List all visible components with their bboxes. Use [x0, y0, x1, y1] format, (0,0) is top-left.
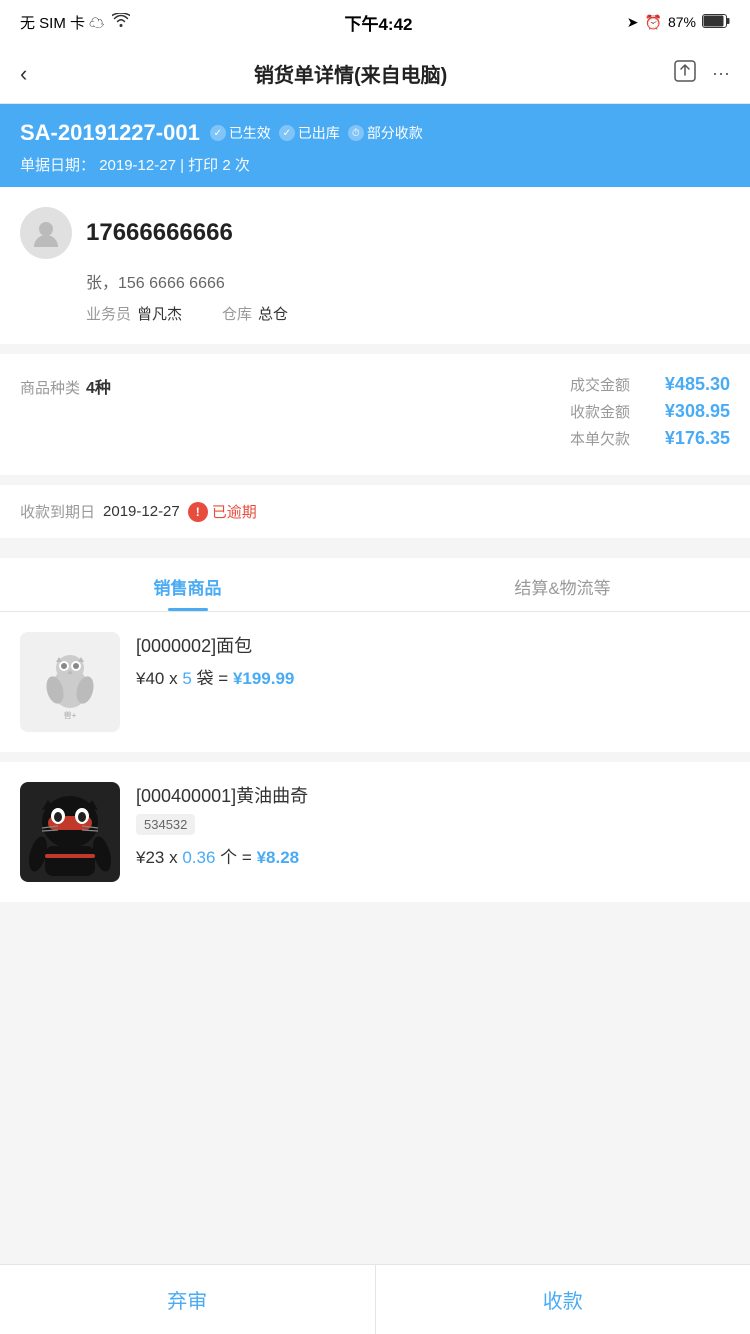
summary-left: 商品种类 4种	[20, 374, 111, 398]
amount-row-1: 成交金额 ¥485.30	[570, 374, 730, 395]
amount-value-2: ¥308.95	[640, 401, 730, 422]
wifi-icon	[112, 13, 130, 31]
nav-actions: ···	[674, 60, 730, 87]
status-badges: ✓ 已生效 ✓ 已出库 ⏱ 部分收款	[210, 123, 423, 143]
back-button[interactable]: ‹	[20, 61, 27, 87]
collect-payment-button[interactable]: 收款	[376, 1265, 750, 1334]
overdue-icon: !	[188, 502, 208, 522]
warehouse-label: 仓库	[222, 303, 252, 324]
battery-level: 87%	[668, 14, 696, 30]
check-icon-2: ✓	[279, 125, 295, 141]
order-id: SA-20191227-001	[20, 120, 200, 146]
cancel-review-button[interactable]: 弃审	[0, 1265, 376, 1334]
badge-partial-payment: ⏱ 部分收款	[348, 123, 423, 143]
product-image-2	[20, 782, 120, 882]
time-display: 下午4:42	[344, 10, 412, 35]
amount-label-3: 本单欠款	[570, 428, 630, 449]
salesperson-field: 业务员 曾凡杰	[86, 303, 182, 324]
avatar	[20, 207, 72, 259]
order-header: SA-20191227-001 ✓ 已生效 ✓ 已出库 ⏱ 部分收款 单据日期：…	[0, 104, 750, 187]
amount-row-2: 收款金额 ¥308.95	[570, 401, 730, 422]
tab-sales-products[interactable]: 销售商品	[0, 558, 375, 611]
sim-indicator: 无 SIM 卡 ☁	[20, 12, 104, 33]
due-label: 收款到期日	[20, 501, 95, 522]
share-icon[interactable]	[674, 60, 696, 87]
check-icon-1: ✓	[210, 125, 226, 141]
product-qty-1: 5	[182, 669, 191, 688]
amount-value-1: ¥485.30	[640, 374, 730, 395]
overdue-badge: ! 已逾期	[188, 501, 257, 522]
product-total-2: ¥8.28	[257, 848, 300, 867]
order-meta: 单据日期： 2019-12-27 | 打印 2 次	[20, 154, 730, 175]
warehouse-field: 仓库 总仓	[222, 303, 288, 324]
types-label: 商品种类	[20, 377, 80, 398]
types-value: 4种	[86, 374, 111, 398]
status-bar: 无 SIM 卡 ☁ 下午4:42 ➤ ⏰ 87%	[0, 0, 750, 44]
product-info-1: [0000002]面包 ¥40 x 5 袋 = ¥199.99	[136, 632, 730, 689]
product-info-2: [000400001]黄油曲奇 534532 ¥23 x 0.36 个 = ¥8…	[136, 782, 730, 868]
tabs-section: 销售商品 结算&物流等	[0, 558, 750, 612]
alarm-icon: ⏰	[645, 14, 662, 31]
bottom-bar: 弃审 收款	[0, 1264, 750, 1334]
nav-bar: ‹ 销货单详情(来自电脑) ···	[0, 44, 750, 104]
due-section: 收款到期日 2019-12-27 ! 已逾期	[0, 485, 750, 538]
status-right: ➤ ⏰ 87%	[627, 14, 730, 31]
product-name-1: [0000002]面包	[136, 632, 730, 658]
salesperson-value: 曾凡杰	[137, 303, 182, 324]
summary-section: 商品种类 4种 成交金额 ¥485.30 收款金额 ¥308.95 本单欠款 ¥…	[0, 354, 750, 475]
salesperson-label: 业务员	[86, 303, 131, 324]
customer-sub-info: 张，156 6666 6666	[20, 269, 730, 293]
products-list: 兽+ [0000002]面包 ¥40 x 5 袋 = ¥199.99	[0, 612, 750, 902]
customer-phone: 17666666666	[86, 219, 233, 247]
product-item-1: 兽+ [0000002]面包 ¥40 x 5 袋 = ¥199.99	[0, 612, 750, 752]
warehouse-value: 总仓	[258, 303, 288, 324]
due-date-value: 2019-12-27	[103, 503, 180, 520]
product-image-1: 兽+	[20, 632, 120, 732]
product-name-2: [000400001]黄油曲奇	[136, 782, 730, 808]
bottom-spacer	[0, 912, 750, 992]
product-item-2: [000400001]黄油曲奇 534532 ¥23 x 0.36 个 = ¥8…	[0, 762, 750, 902]
product-tag-2: 534532	[136, 814, 195, 835]
product-price-2: ¥23 x 0.36 个 = ¥8.28	[136, 843, 730, 868]
location-icon: ➤	[627, 14, 639, 31]
product-qty-2: 0.36	[182, 848, 215, 867]
amount-value-3: ¥176.35	[640, 428, 730, 449]
battery-icon	[702, 14, 730, 31]
badge-shipped: ✓ 已出库	[279, 123, 340, 143]
amount-label-1: 成交金额	[570, 374, 630, 395]
overdue-text: 已逾期	[212, 501, 257, 522]
tab-settlement[interactable]: 结算&物流等	[375, 558, 750, 611]
amount-label-2: 收款金额	[570, 401, 630, 422]
status-left: 无 SIM 卡 ☁	[20, 12, 130, 33]
product-total-1: ¥199.99	[233, 669, 294, 688]
more-icon[interactable]: ···	[712, 63, 730, 84]
summary-right: 成交金额 ¥485.30 收款金额 ¥308.95 本单欠款 ¥176.35	[570, 374, 730, 455]
clock-icon: ⏱	[348, 125, 364, 141]
badge-active: ✓ 已生效	[210, 123, 271, 143]
customer-fields: 业务员 曾凡杰 仓库 总仓	[20, 303, 730, 324]
section-separator	[0, 548, 750, 558]
customer-section: 17666666666 张，156 6666 6666 业务员 曾凡杰 仓库 总…	[0, 187, 750, 344]
product-price-1: ¥40 x 5 袋 = ¥199.99	[136, 664, 730, 689]
page-title: 销货单详情(来自电脑)	[254, 59, 447, 88]
amount-row-3: 本单欠款 ¥176.35	[570, 428, 730, 449]
svg-text:兽+: 兽+	[64, 710, 77, 720]
